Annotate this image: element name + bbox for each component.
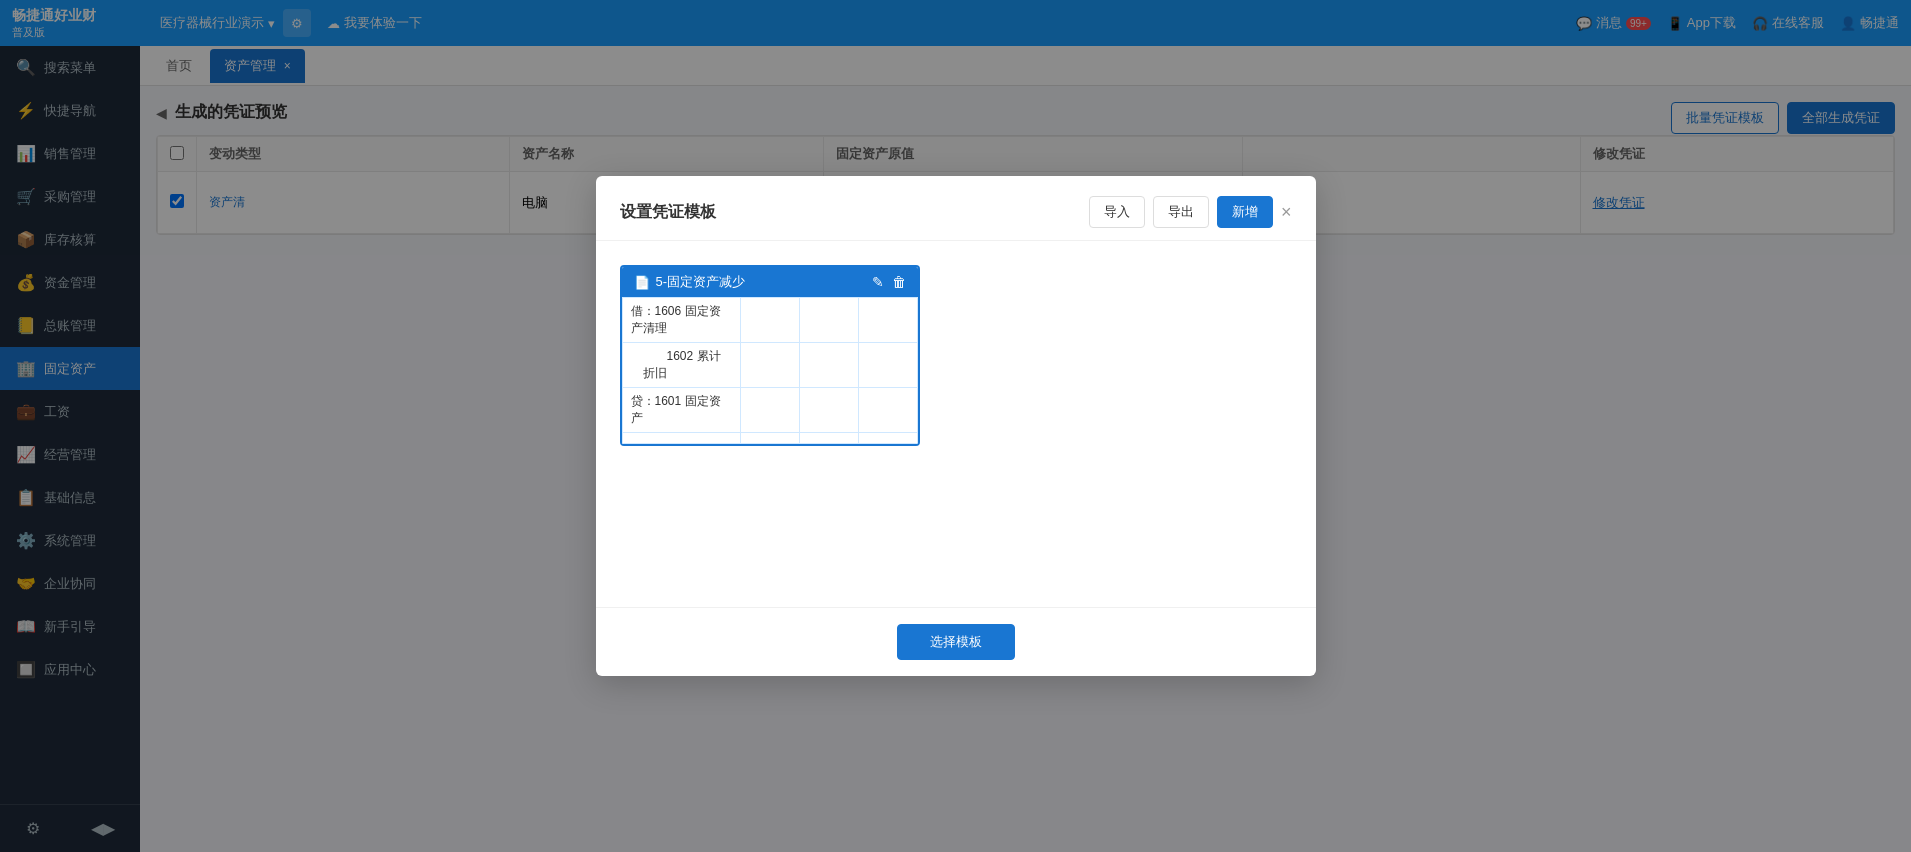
modal-set-template: 设置凭证模板 导入 导出 新增 × 📄 5-固定资产减少	[596, 176, 1316, 676]
select-template-button[interactable]: 选择模板	[897, 624, 1015, 660]
modal-title: 设置凭证模板	[620, 202, 716, 223]
entry-col2-4	[740, 433, 799, 444]
template-card-header: 📄 5-固定资产减少 ✎ 🗑	[622, 267, 918, 297]
modal-footer: 选择模板	[596, 607, 1316, 676]
template-entry-row	[622, 433, 917, 444]
template-card: 📄 5-固定资产减少 ✎ 🗑 借：1606 固定资产清理	[620, 265, 920, 446]
template-doc-icon: 📄	[634, 275, 650, 290]
template-delete-button[interactable]: 🗑	[892, 274, 906, 290]
entry-direction-3: 贷：1601 固定资产	[622, 388, 740, 433]
entry-col4-1	[858, 298, 917, 343]
modal-header: 设置凭证模板 导入 导出 新增 ×	[596, 176, 1316, 241]
entry-direction-2: 1602 累计折旧	[622, 343, 740, 388]
template-entry-row: 1602 累计折旧	[622, 343, 917, 388]
entry-col2-2	[740, 343, 799, 388]
entry-direction-1: 借：1606 固定资产清理	[622, 298, 740, 343]
import-button[interactable]: 导入	[1089, 196, 1145, 228]
entry-col4-4	[858, 433, 917, 444]
entry-empty	[622, 433, 740, 444]
template-card-header-left: 📄 5-固定资产减少	[634, 273, 746, 291]
template-name: 5-固定资产减少	[656, 273, 746, 291]
new-button[interactable]: 新增	[1217, 196, 1273, 228]
template-edit-button[interactable]: ✎	[872, 274, 884, 290]
entry-col2-1	[740, 298, 799, 343]
entry-col3-1	[799, 298, 858, 343]
entry-col3-2	[799, 343, 858, 388]
entry-col3-3	[799, 388, 858, 433]
entry-col4-2	[858, 343, 917, 388]
modal-overlay: 设置凭证模板 导入 导出 新增 × 📄 5-固定资产减少	[0, 0, 1911, 852]
template-entry-row: 借：1606 固定资产清理	[622, 298, 917, 343]
modal-top-actions: 导入 导出 新增	[1089, 196, 1273, 228]
entry-col2-3	[740, 388, 799, 433]
entry-col3-4	[799, 433, 858, 444]
template-entry-row: 贷：1601 固定资产	[622, 388, 917, 433]
template-card-header-actions: ✎ 🗑	[872, 274, 906, 290]
template-entries-table: 借：1606 固定资产清理 1602 累计折旧 贷：16	[622, 297, 918, 444]
modal-body: 📄 5-固定资产减少 ✎ 🗑 借：1606 固定资产清理	[596, 241, 1316, 607]
entry-col4-3	[858, 388, 917, 433]
export-button[interactable]: 导出	[1153, 196, 1209, 228]
modal-close-button[interactable]: ×	[1281, 203, 1292, 221]
